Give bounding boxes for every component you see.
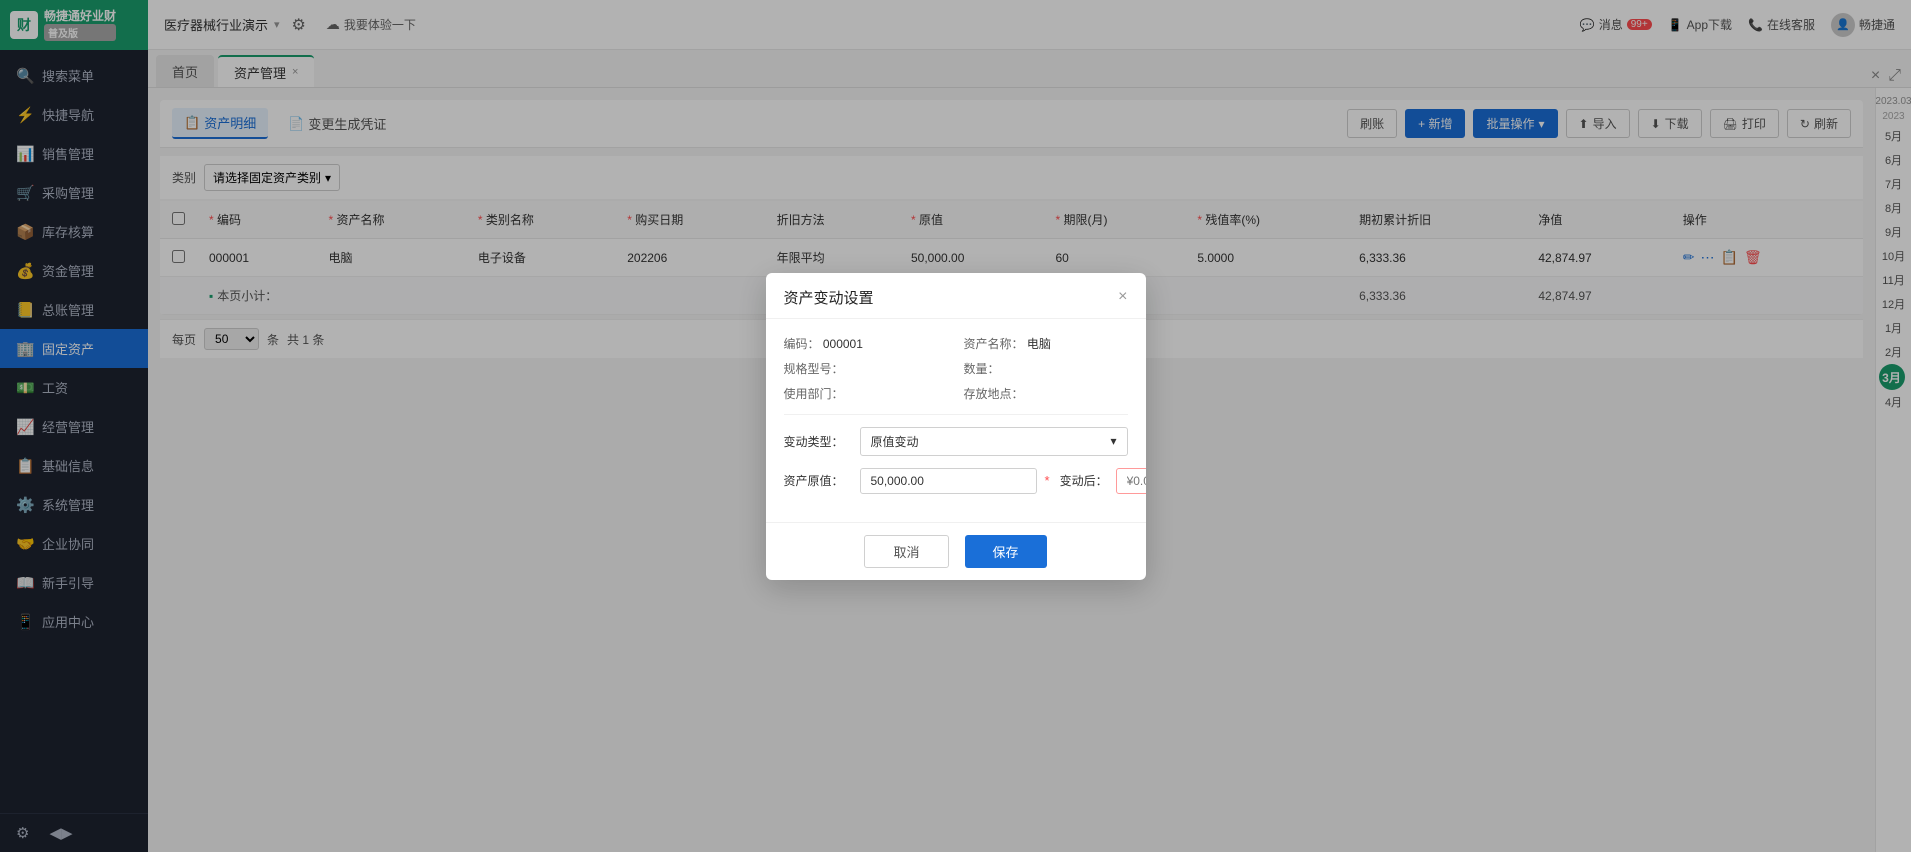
- modal-asset-name: 资产名称： 电脑: [964, 335, 1128, 352]
- modal-close-icon[interactable]: ×: [1118, 288, 1127, 306]
- original-value-label: 资产原值：: [784, 472, 852, 489]
- save-button[interactable]: 保存: [965, 535, 1047, 568]
- modal-overlay: 资产变动设置 × 编码： 000001 资产名称： 电脑 规格型号： 数量：: [0, 0, 1911, 852]
- modal-location: 存放地点：: [964, 385, 1128, 402]
- original-value-row: 资产原值： * 变动后：: [784, 468, 1128, 494]
- modal-code: 编码： 000001: [784, 335, 948, 352]
- after-value-input[interactable]: [1116, 468, 1146, 494]
- code-label: 编码：: [784, 337, 820, 351]
- modal-title: 资产变动设置: [784, 287, 874, 308]
- change-type-row: 变动类型： 原值变动 ▾: [784, 427, 1128, 456]
- asset-name-label: 资产名称：: [964, 337, 1024, 351]
- modal-body: 编码： 000001 资产名称： 电脑 规格型号： 数量： 使用部门：: [766, 319, 1146, 522]
- change-type-dropdown-icon: ▾: [1110, 434, 1116, 448]
- dept-label: 使用部门：: [784, 387, 844, 401]
- change-type-value: 原值变动: [871, 433, 919, 450]
- spec-label: 规格型号：: [784, 362, 844, 376]
- asset-change-modal: 资产变动设置 × 编码： 000001 资产名称： 电脑 规格型号： 数量：: [766, 273, 1146, 580]
- code-value: 000001: [823, 337, 863, 351]
- change-type-select[interactable]: 原值变动 ▾: [860, 427, 1128, 456]
- after-label: 变动后：: [1060, 472, 1108, 489]
- qty-label: 数量：: [964, 362, 1000, 376]
- modal-header: 资产变动设置 ×: [766, 273, 1146, 319]
- required-mark: *: [1045, 473, 1050, 488]
- change-type-label: 变动类型：: [784, 433, 852, 450]
- modal-qty: 数量：: [964, 360, 1128, 377]
- cancel-button[interactable]: 取消: [864, 535, 948, 568]
- modal-dept: 使用部门：: [784, 385, 948, 402]
- modal-spec: 规格型号：: [784, 360, 948, 377]
- modal-footer: 取消 保存: [766, 522, 1146, 580]
- asset-name-value: 电脑: [1027, 337, 1051, 351]
- original-value-input[interactable]: [860, 468, 1037, 494]
- location-label: 存放地点：: [964, 387, 1024, 401]
- modal-info-grid: 编码： 000001 资产名称： 电脑 规格型号： 数量： 使用部门：: [784, 335, 1128, 415]
